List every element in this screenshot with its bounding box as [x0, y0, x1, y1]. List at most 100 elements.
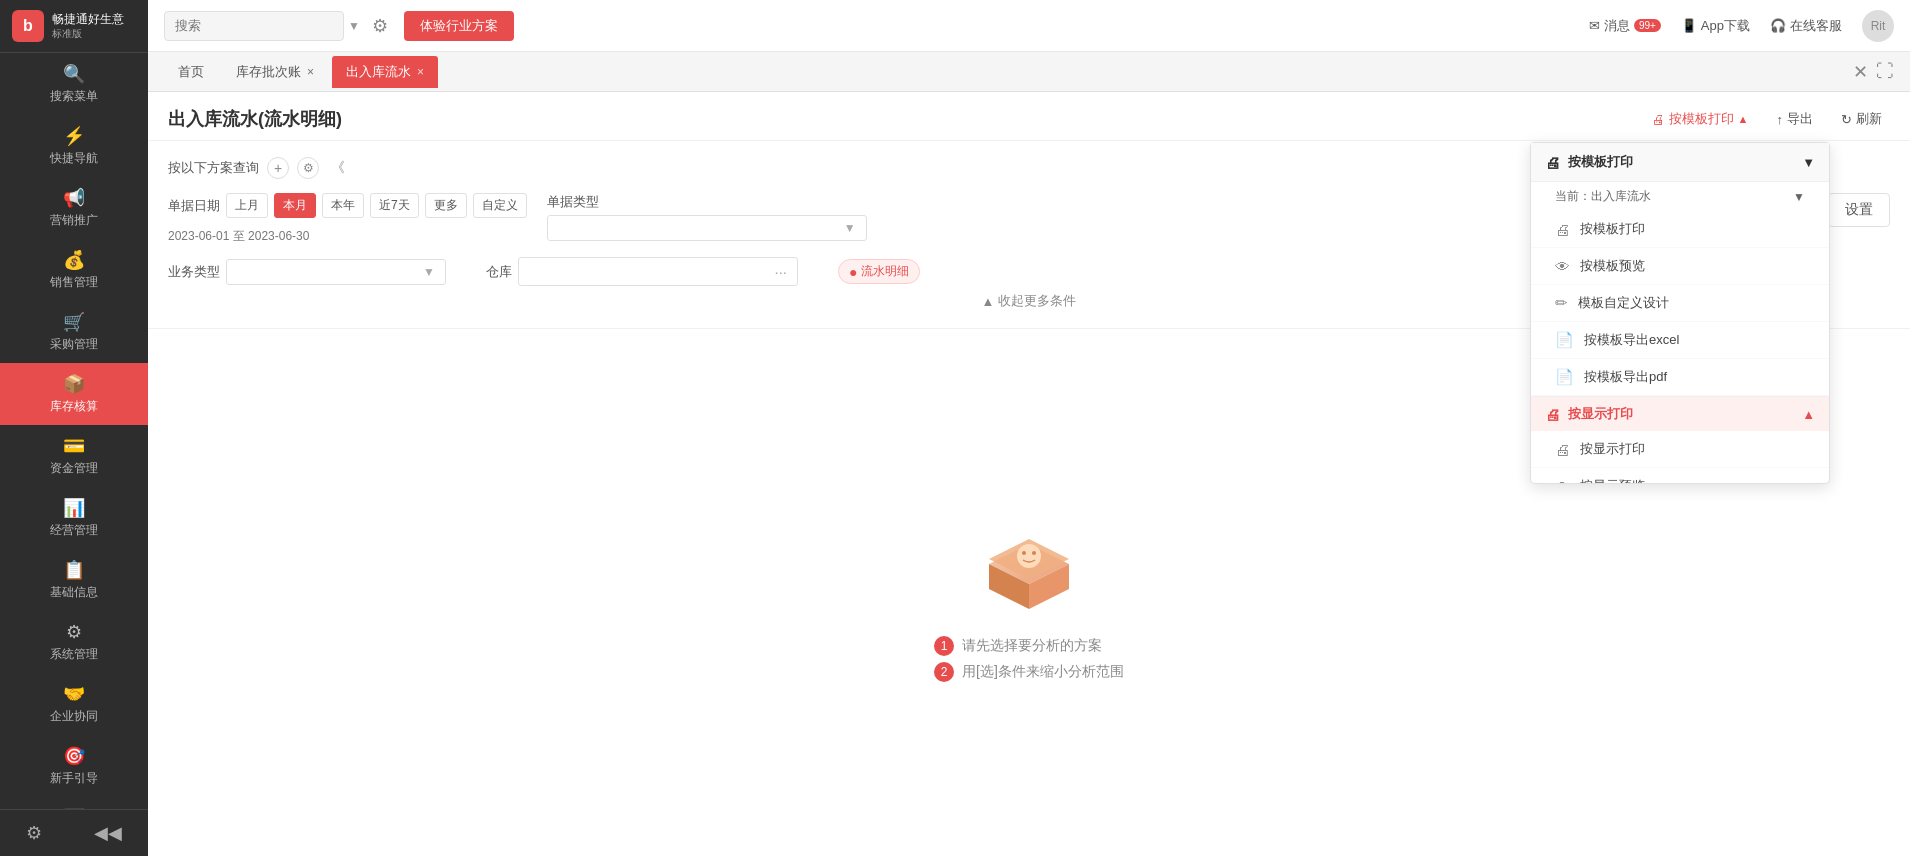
topbar-search-input[interactable]	[164, 11, 344, 41]
empty-step-1-label: 请先选择要分析的方案	[962, 637, 1102, 655]
marketing-icon: 📢	[63, 187, 85, 209]
page-panel: 出入库流水(流水明细) 🖨 按模板打印 ▲ ↑ 导出 ↻ 刷新	[148, 92, 1910, 856]
print-chevron-up-icon: ▲	[1738, 113, 1749, 125]
sidebar-item-system[interactable]: ⚙ 系统管理	[0, 611, 148, 673]
filter-collapse-btn[interactable]: 《	[331, 159, 345, 177]
tab-batch-account[interactable]: 库存批次账 ×	[222, 56, 328, 88]
tab-flow[interactable]: 出入库流水 ×	[332, 56, 438, 88]
sidebar-item-guide[interactable]: 🎯 新手引导	[0, 735, 148, 797]
guide-icon: 🎯	[63, 745, 85, 767]
dropdown-scroll-area: 🖨 按模板打印 ▼ 当前：出入库流水 ▼ 🖨	[1531, 143, 1829, 483]
basic-icon: 📋	[63, 559, 85, 581]
sidebar-item-inventory[interactable]: 📦 库存核算	[0, 363, 148, 425]
filter-header-label: 按以下方案查询	[168, 159, 259, 177]
sidebar-item-sales[interactable]: 💰 销售管理	[0, 239, 148, 301]
topbar-search-dropdown-icon[interactable]: ▼	[348, 19, 360, 33]
tab-close-all-btn[interactable]: ✕	[1853, 61, 1868, 83]
warehouse-label: 仓库	[486, 263, 512, 281]
tab-flow-close[interactable]: ×	[417, 65, 424, 79]
export-label: 导出	[1787, 110, 1813, 128]
export-icon: ↑	[1777, 112, 1784, 127]
tab-home[interactable]: 首页	[164, 56, 218, 88]
refresh-btn[interactable]: ↻ 刷新	[1833, 106, 1890, 132]
doc-type-select[interactable]: ▼	[547, 215, 867, 241]
trial-btn[interactable]: 体验行业方案	[404, 11, 514, 41]
step-num-2: 2	[934, 662, 954, 682]
warehouse-filter-field: 仓库 ···	[486, 257, 798, 286]
printer-icon: 🖨	[1652, 112, 1665, 127]
sidebar-item-collab[interactable]: 🤝 企业协同	[0, 673, 148, 735]
display-chevron-up-icon: ▲	[1802, 407, 1815, 422]
sidebar-collapse-btn[interactable]: ◀◀	[94, 822, 122, 844]
app-download-btn[interactable]: 📱 App下载	[1681, 17, 1750, 35]
tab-batch-account-close[interactable]: ×	[307, 65, 314, 79]
date-btn-this-month[interactable]: 本月	[274, 193, 316, 218]
empty-step-2-label: 用[选]条件来缩小分析范围	[962, 663, 1124, 681]
sidebar-item-app-center[interactable]: 🔲 应用中心	[0, 797, 148, 809]
export-btn[interactable]: ↑ 导出	[1769, 106, 1822, 132]
sidebar-logo: b 畅捷通好生意 标准版	[0, 0, 148, 53]
date-btn-last-7[interactable]: 近7天	[370, 193, 419, 218]
filter-gear-btn[interactable]: ⚙	[297, 157, 319, 179]
business-type-select[interactable]: ▼	[226, 259, 446, 285]
app-brand-name: 畅捷通好生意	[52, 11, 124, 28]
sidebar-item-operations[interactable]: 📊 经营管理	[0, 487, 148, 549]
display-preview-item[interactable]: 👁 按显示预览	[1531, 468, 1829, 483]
quick-nav-icon: ⚡	[63, 125, 85, 147]
sidebar-item-basic[interactable]: 📋 基础信息	[0, 549, 148, 611]
sidebar-item-purchase[interactable]: 🛒 采购管理	[0, 301, 148, 363]
sidebar-settings-btn[interactable]: ⚙	[26, 822, 42, 844]
sidebar-item-label-inventory: 库存核算	[50, 398, 98, 415]
collapse-more-label: 收起更多条件	[998, 292, 1076, 310]
settings-btn[interactable]: 设置	[1828, 193, 1890, 227]
empty-step-1: 1 请先选择要分析的方案	[934, 636, 1124, 656]
template-preview-item[interactable]: 👁 按模板预览	[1531, 248, 1829, 285]
print-template-btn[interactable]: 🖨 按模板打印 ▲	[1644, 106, 1757, 132]
display-print-icon: 🖨	[1555, 441, 1570, 458]
template-custom-item-label: 模板自定义设计	[1578, 294, 1669, 312]
warehouse-more-icon[interactable]: ···	[774, 263, 787, 280]
template-custom-item[interactable]: ✏ 模板自定义设计	[1531, 285, 1829, 322]
user-avatar[interactable]: Rit	[1862, 10, 1894, 42]
sidebar-item-finance[interactable]: 💳 资金管理	[0, 425, 148, 487]
date-btn-this-year[interactable]: 本年	[322, 193, 364, 218]
print-dropdown-panel: 🖨 按模板打印 ▼ 当前：出入库流水 ▼ 🖨	[1530, 142, 1830, 484]
message-btn[interactable]: ✉ 消息 99+	[1589, 17, 1661, 35]
topbar-gear-icon[interactable]: ⚙	[372, 15, 388, 37]
template-export-pdf-item[interactable]: 📄 按模板导出pdf	[1531, 359, 1829, 396]
filter-chip-label: 流水明细	[861, 263, 909, 280]
business-type-filter-field: 业务类型 ▼	[168, 259, 446, 285]
sidebar-item-marketing[interactable]: 📢 营销推广	[0, 177, 148, 239]
tab-home-label: 首页	[178, 63, 204, 81]
template-export-pdf-label: 按模板导出pdf	[1584, 368, 1667, 386]
template-print-section-header[interactable]: 🖨 按模板打印 ▼	[1531, 143, 1829, 182]
sidebar-item-search[interactable]: 🔍 搜索菜单	[0, 53, 148, 115]
business-type-label: 业务类型	[168, 263, 220, 281]
app-logo-icon: b	[12, 10, 44, 42]
filter-add-btn[interactable]: +	[267, 157, 289, 179]
content-area: 出入库流水(流水明细) 🖨 按模板打印 ▲ ↑ 导出 ↻ 刷新	[148, 92, 1910, 856]
date-btn-more[interactable]: 更多	[425, 193, 467, 218]
message-icon: ✉	[1589, 18, 1600, 33]
display-print-item[interactable]: 🖨 按显示打印	[1531, 431, 1829, 468]
printer-section-icon: 🖨	[1545, 154, 1560, 171]
purchase-icon: 🛒	[63, 311, 85, 333]
search-icon: 🔍	[63, 63, 85, 85]
date-btn-last-month[interactable]: 上月	[226, 193, 268, 218]
tab-flow-label: 出入库流水	[346, 63, 411, 81]
operations-icon: 📊	[63, 497, 85, 519]
template-print-item[interactable]: 🖨 按模板打印	[1531, 211, 1829, 248]
user-name: Rit	[1871, 19, 1886, 33]
tab-maximize-btn[interactable]: ⛶	[1876, 61, 1894, 82]
date-btn-custom[interactable]: 自定义	[473, 193, 527, 218]
svg-point-4	[1017, 544, 1041, 568]
template-export-pdf-icon: 📄	[1555, 368, 1574, 386]
sidebar-item-quick-nav[interactable]: ⚡ 快捷导航	[0, 115, 148, 177]
current-chevron-down-icon: ▼	[1793, 190, 1805, 204]
customer-service-btn[interactable]: 🎧 在线客服	[1770, 17, 1842, 35]
filter-chip-detail[interactable]: ● 流水明细	[838, 259, 920, 284]
display-printer-icon: 🖨	[1545, 406, 1560, 423]
template-export-excel-item[interactable]: 📄 按模板导出excel	[1531, 322, 1829, 359]
tabs-actions: ✕ ⛶	[1853, 61, 1894, 83]
display-print-section-header[interactable]: 🖨 按显示打印 ▲	[1531, 397, 1829, 431]
